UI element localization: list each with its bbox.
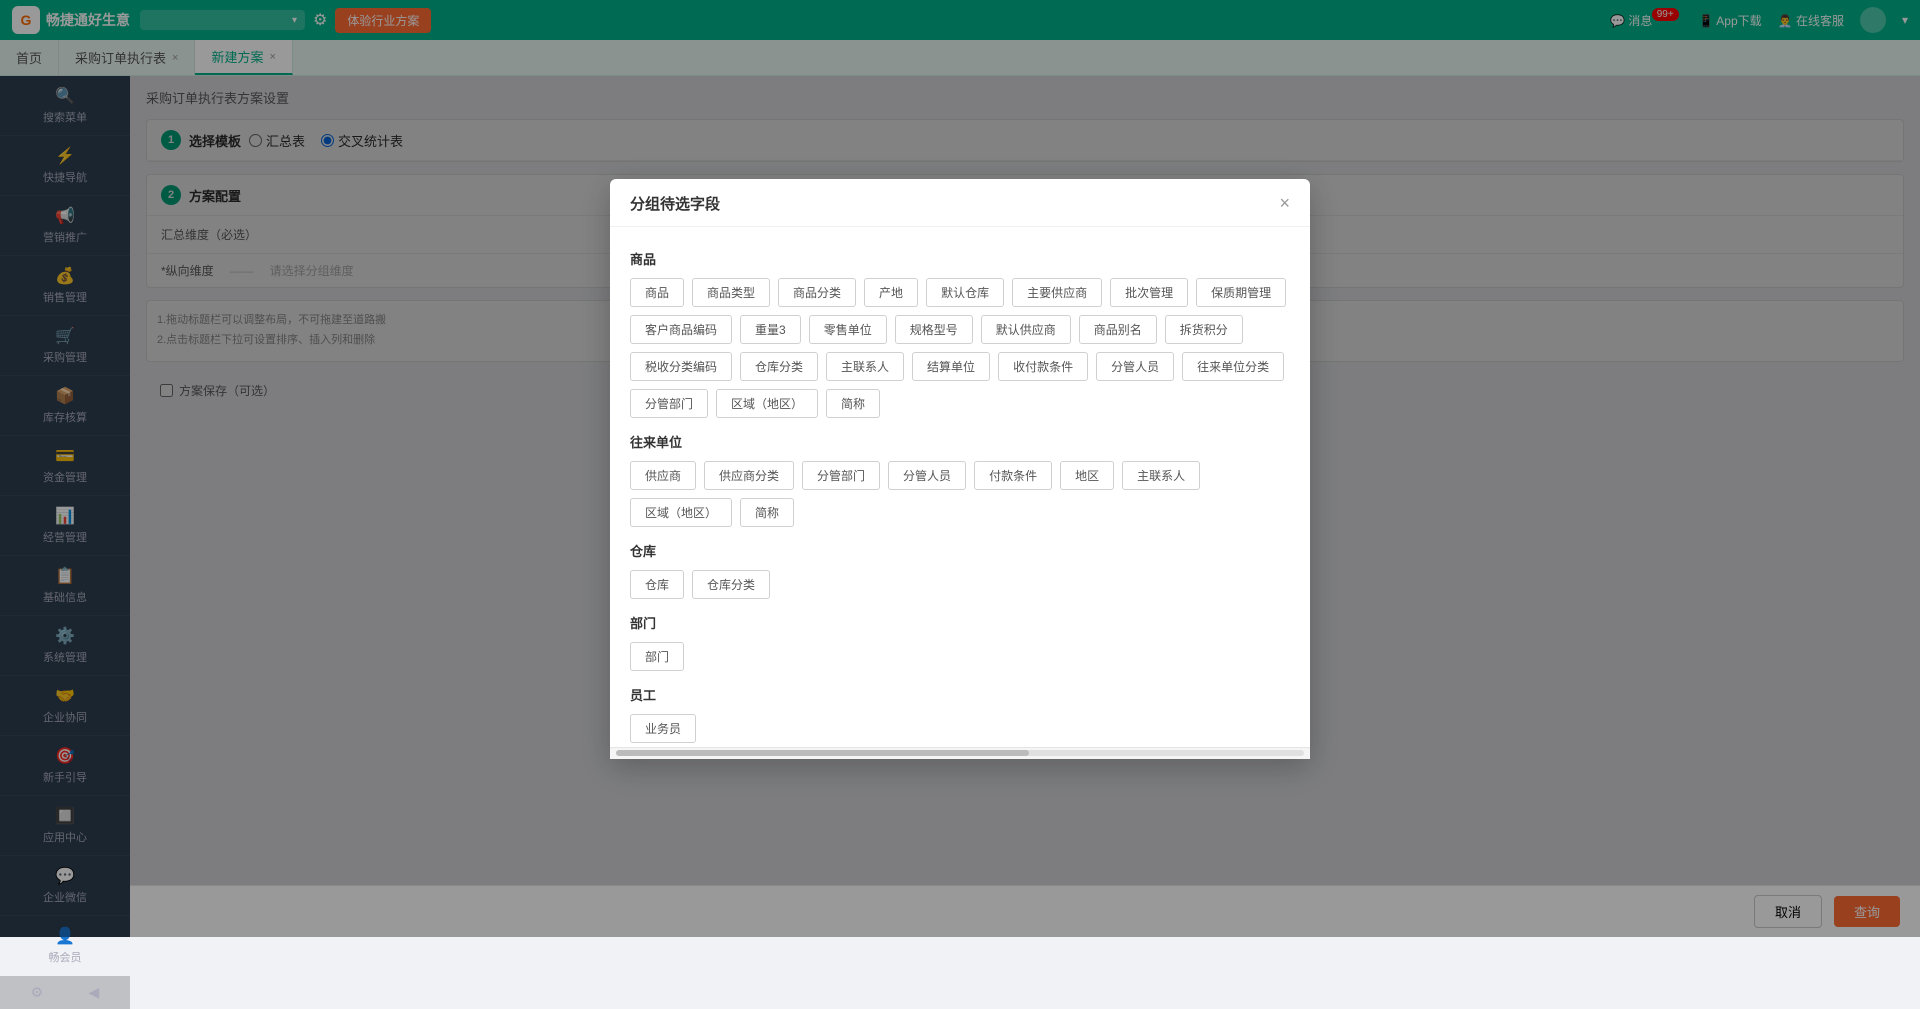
field-tag-partner-category[interactable]: 往来单位分类 [1182,352,1284,381]
field-tag-default-warehouse[interactable]: 默认仓库 [926,278,1004,307]
section-employee: 员工 业务员 [630,685,1290,743]
modal-header: 分组待选字段 × [610,179,1310,227]
field-tag-batch-mgmt[interactable]: 批次管理 [1110,278,1188,307]
field-tag-partner-abbr[interactable]: 简称 [740,498,794,527]
field-tag-warehouse-cat[interactable]: 仓库分类 [692,570,770,599]
section-employee-title: 员工 [630,685,1290,704]
section-product: 商品 商品 商品类型 商品分类 产地 默认仓库 主要供应商 批次管理 保质期管理… [630,249,1290,418]
field-tag-supervisor[interactable]: 分管人员 [1096,352,1174,381]
field-tag-split-points[interactable]: 拆货积分 [1165,315,1243,344]
field-tag-settlement-unit[interactable]: 结算单位 [912,352,990,381]
sidebar-bottom: ⚙ ◀ [0,976,130,1009]
section-employee-tags: 业务员 [630,714,1290,743]
field-tag-abbr[interactable]: 简称 [826,389,880,418]
hscroll-thumb [616,750,1029,756]
field-tag-dept[interactable]: 分管部门 [630,389,708,418]
field-tag-retail-unit[interactable]: 零售单位 [809,315,887,344]
modal-close-button[interactable]: × [1279,193,1290,214]
field-tag-payment-terms[interactable]: 收付款条件 [998,352,1088,381]
field-selector-modal: 分组待选字段 × 商品 商品 商品类型 商品分类 产地 默认仓库 主要供应商 批… [610,179,1310,759]
sidebar-item-member-label: 畅会员 [49,949,82,965]
section-product-tags: 商品 商品类型 商品分类 产地 默认仓库 主要供应商 批次管理 保质期管理 客户… [630,278,1290,418]
field-tag-supplier-category[interactable]: 供应商分类 [704,461,794,490]
field-tag-partner-region[interactable]: 区域（地区） [630,498,732,527]
field-tag-district[interactable]: 地区 [1060,461,1114,490]
modal-body[interactable]: 商品 商品 商品类型 商品分类 产地 默认仓库 主要供应商 批次管理 保质期管理… [610,227,1310,748]
field-tag-product-category[interactable]: 商品分类 [778,278,856,307]
field-tag-main-supplier[interactable]: 主要供应商 [1012,278,1102,307]
field-tag-supplier[interactable]: 供应商 [630,461,696,490]
field-tag-department[interactable]: 部门 [630,642,684,671]
field-tag-weight3[interactable]: 重量3 [740,315,801,344]
sidebar-collapse-btn[interactable]: ◀ [89,984,100,1001]
hscroll-track [616,750,1304,756]
field-tag-warehouse[interactable]: 仓库 [630,570,684,599]
field-tag-product-type[interactable]: 商品类型 [692,278,770,307]
section-dept-tags: 部门 [630,642,1290,671]
field-tag-warehouse-category[interactable]: 仓库分类 [740,352,818,381]
section-warehouse-title: 仓库 [630,541,1290,560]
section-product-title: 商品 [630,249,1290,268]
modal-title: 分组待选字段 [630,193,720,214]
field-tag-product-alias[interactable]: 商品别名 [1079,315,1157,344]
field-tag-region[interactable]: 区域（地区） [716,389,818,418]
field-tag-partner-contact[interactable]: 主联系人 [1122,461,1200,490]
section-warehouse: 仓库 仓库 仓库分类 [630,541,1290,599]
field-tag-partner-dept[interactable]: 分管部门 [802,461,880,490]
field-tag-expiry-mgmt[interactable]: 保质期管理 [1196,278,1286,307]
field-tag-main-contact[interactable]: 主联系人 [826,352,904,381]
field-tag-default-supplier[interactable]: 默认供应商 [981,315,1071,344]
modal-hscrollbar[interactable] [610,747,1310,758]
section-partner-title: 往来单位 [630,432,1290,451]
section-warehouse-tags: 仓库 仓库分类 [630,570,1290,599]
field-tag-tax-code[interactable]: 税收分类编码 [630,352,732,381]
field-tag-spec-model[interactable]: 规格型号 [895,315,973,344]
section-department: 部门 部门 [630,613,1290,671]
section-dept-title: 部门 [630,613,1290,632]
section-partner-tags: 供应商 供应商分类 分管部门 分管人员 付款条件 地区 主联系人 区域（地区） … [630,461,1290,527]
sidebar-settings-btn[interactable]: ⚙ [31,984,44,1001]
field-tag-product[interactable]: 商品 [630,278,684,307]
field-tag-customer-code[interactable]: 客户商品编码 [630,315,732,344]
field-tag-origin[interactable]: 产地 [864,278,918,307]
field-tag-payment-condition[interactable]: 付款条件 [974,461,1052,490]
field-tag-partner-supervisor[interactable]: 分管人员 [888,461,966,490]
field-tag-salesperson[interactable]: 业务员 [630,714,696,743]
modal-overlay: 分组待选字段 × 商品 商品 商品类型 商品分类 产地 默认仓库 主要供应商 批… [0,0,1920,937]
section-partner: 往来单位 供应商 供应商分类 分管部门 分管人员 付款条件 地区 主联系人 区域… [630,432,1290,527]
